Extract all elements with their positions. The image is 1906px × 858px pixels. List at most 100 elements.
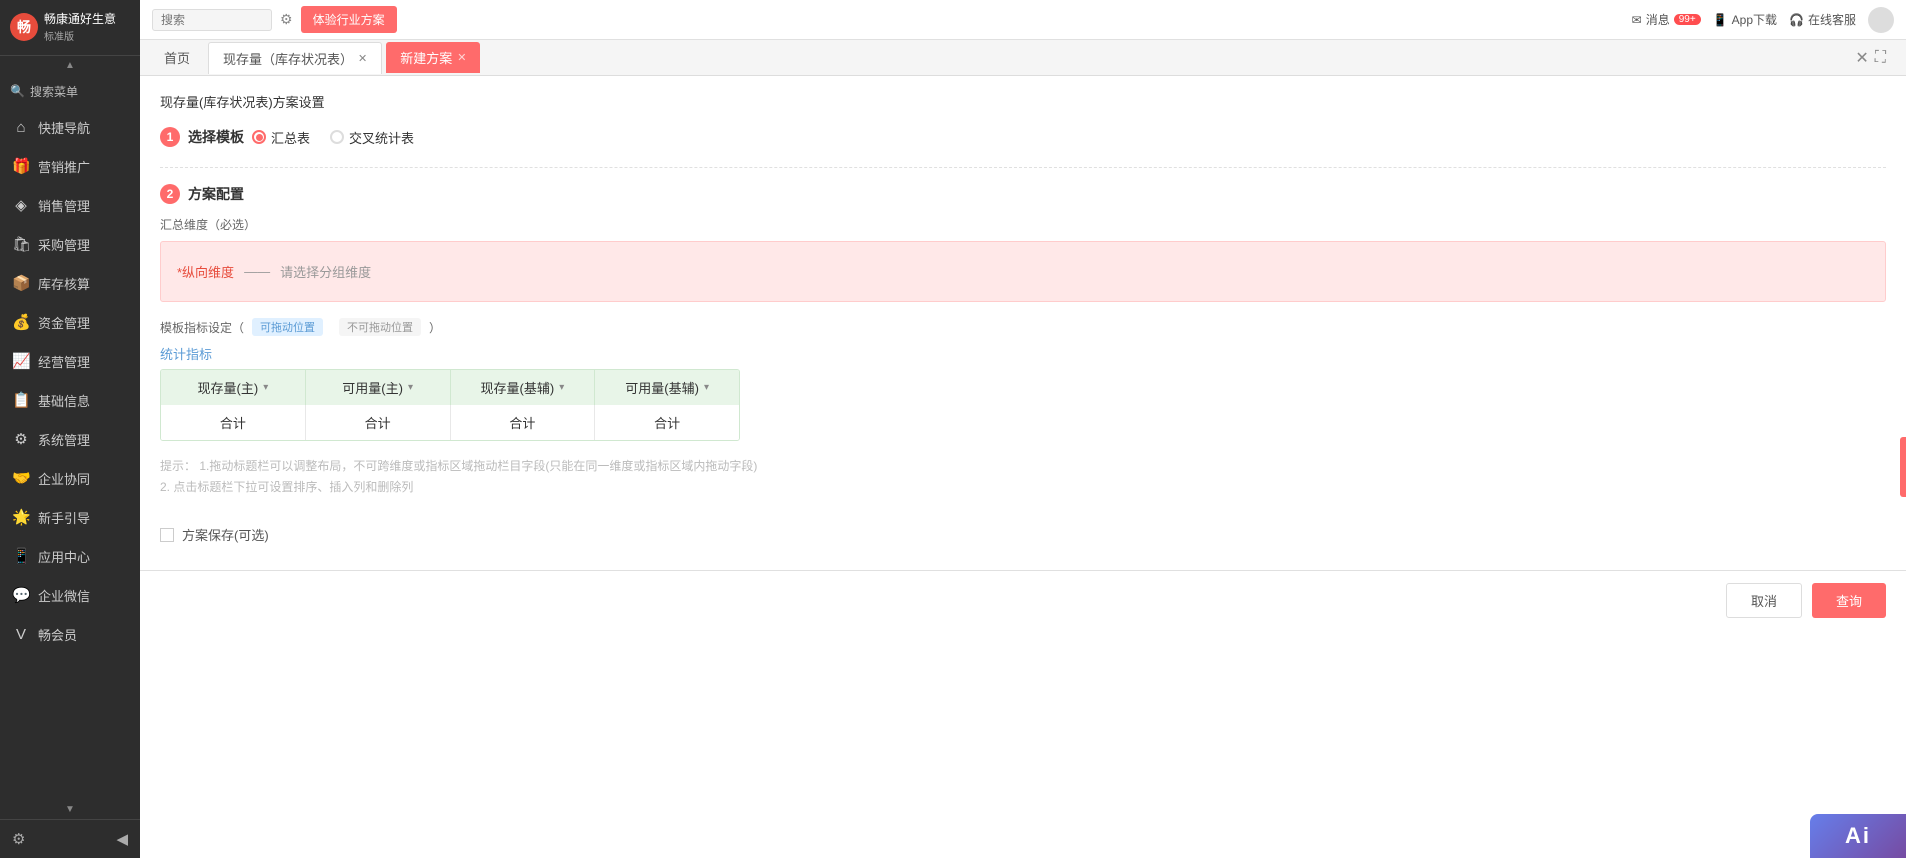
sidebar-item-label: 基础信息 <box>38 391 90 410</box>
tab-inventory-close-icon[interactable]: ✕ <box>358 52 367 65</box>
sidebar-item-finance[interactable]: 💰 资金管理 <box>0 303 140 342</box>
sidebar-item-label: 采购管理 <box>38 235 90 254</box>
topbar: ⚙ 体验行业方案 ✉ 消息 99+ 📱 App下载 🎧 在线客服 <box>140 0 1906 40</box>
member-icon: V <box>12 626 30 643</box>
app-download-item[interactable]: 📱 App下载 <box>1713 11 1777 28</box>
section2-num: 2 <box>160 184 180 204</box>
tab-home-label: 首页 <box>164 48 190 67</box>
sidebar-item-enterprise[interactable]: 🤝 企业协同 <box>0 459 140 498</box>
message-icon: ✉ <box>1632 13 1642 27</box>
sidebar-item-label: 应用中心 <box>38 547 90 566</box>
expand-window-icon[interactable]: ⛶ <box>1875 49 1886 67</box>
close-window-icon[interactable]: ✕ <box>1855 48 1868 68</box>
messages-label: 消息 <box>1646 11 1670 28</box>
wechat-icon: 💬 <box>12 586 30 604</box>
stats-col-2-label: 现存量(基辅) <box>481 378 555 397</box>
indicator-close-paren: ） <box>429 319 441 336</box>
window-controls: ✕ ⛶ <box>1845 48 1896 68</box>
industry-plan-button[interactable]: 体验行业方案 <box>301 6 397 33</box>
sidebar-item-operations[interactable]: 📈 经营管理 <box>0 342 140 381</box>
newbie-icon: 🌟 <box>12 508 30 526</box>
topbar-right: ✉ 消息 99+ 📱 App下载 🎧 在线客服 <box>1632 7 1894 33</box>
collapse-icon[interactable]: ◀ <box>116 830 128 848</box>
ai-badge[interactable]: Ai <box>1810 814 1906 858</box>
sidebar-search-label: 搜索菜单 <box>30 83 78 100</box>
sidebar-item-inventory[interactable]: 📦 库存核算 <box>0 264 140 303</box>
stats-table: 现存量(主) ▾ 可用量(主) ▾ 现存量(基辅) ▾ <box>160 369 740 441</box>
sidebar-item-sales[interactable]: ◈ 销售管理 <box>0 186 140 225</box>
stats-table-header: 现存量(主) ▾ 可用量(主) ▾ 现存量(基辅) ▾ <box>161 370 739 405</box>
stats-col-0-chevron: ▾ <box>263 382 268 393</box>
cancel-button[interactable]: 取消 <box>1726 583 1802 618</box>
tab-inventory-status[interactable]: 现存量（库存状况表） ✕ <box>208 42 382 74</box>
sidebar-item-member[interactable]: V 畅会员 <box>0 615 140 654</box>
sidebar-search[interactable]: 🔍 搜索菜单 <box>0 75 140 108</box>
sidebar-item-label: 企业协同 <box>38 469 90 488</box>
sidebar-scroll-up[interactable]: ▲ <box>0 56 140 75</box>
stats-cell-0-3: 合计 <box>595 405 739 440</box>
sidebar-scroll-down[interactable]: ▼ <box>0 800 140 819</box>
sidebar-item-basic[interactable]: 📋 基础信息 <box>0 381 140 420</box>
sidebar-item-shortcut[interactable]: ⌂ 快捷导航 <box>0 108 140 147</box>
indicator-label-row: 模板指标设定（ 可拖动位置 不可拖动位置 ） <box>160 318 1886 336</box>
section-choose-template: 1 选择模板 汇总表 交叉统计表 <box>160 127 1886 147</box>
stats-col-1[interactable]: 可用量(主) ▾ <box>306 370 451 405</box>
query-button[interactable]: 查询 <box>1812 583 1886 618</box>
app-download-label: App下载 <box>1732 11 1777 28</box>
stats-table-row-0: 合计 合计 合计 合计 <box>161 405 739 440</box>
radio-cross[interactable]: 交叉统计表 <box>330 128 414 147</box>
sidebar-item-newbie[interactable]: 🌟 新手引导 <box>0 498 140 537</box>
messages-item[interactable]: ✉ 消息 99+ <box>1632 11 1701 28</box>
stats-col-3-label: 可用量(基辅) <box>625 378 699 397</box>
dimension-box[interactable]: *纵向维度 —— 请选择分组维度 <box>160 241 1886 302</box>
logo-icon: 畅 <box>10 13 38 41</box>
indicator-settings: 模板指标设定（ 可拖动位置 不可拖动位置 ） 统计指标 现存量(主) <box>160 318 1886 441</box>
operations-icon: 📈 <box>12 352 30 370</box>
sidebar-item-label: 营销推广 <box>38 157 90 176</box>
sidebar-item-wechat[interactable]: 💬 企业微信 <box>0 576 140 615</box>
section1-header: 1 选择模板 汇总表 交叉统计表 <box>160 127 1886 147</box>
system-icon: ⚙ <box>12 430 30 448</box>
user-avatar[interactable] <box>1868 7 1894 33</box>
radio-cross-circle <box>330 130 344 144</box>
sidebar-item-appstore[interactable]: 📱 应用中心 <box>0 537 140 576</box>
sidebar-item-purchase[interactable]: 🛍 采购管理 <box>0 225 140 264</box>
section2-header: 2 方案配置 <box>160 184 1886 204</box>
main-area: ⚙ 体验行业方案 ✉ 消息 99+ 📱 App下载 🎧 在线客服 首页 <box>140 0 1906 858</box>
section1-title: 选择模板 <box>188 127 244 147</box>
dimension-placeholder: 请选择分组维度 <box>280 262 371 281</box>
stats-col-0-label: 现存量(主) <box>198 378 259 397</box>
sidebar-item-marketing[interactable]: 🎁 营销推广 <box>0 147 140 186</box>
tab-bar: 首页 现存量（库存状况表） ✕ 新建方案 ✕ ✕ ⛶ <box>140 40 1906 76</box>
radio-summary[interactable]: 汇总表 <box>252 128 310 147</box>
section1-num: 1 <box>160 127 180 147</box>
tip-1: 提示： 1.拖动标题栏可以调整布局，不可跨维度或指标区域拖动栏目字段(只能在同一… <box>160 457 1886 474</box>
tab-new-close-icon[interactable]: ✕ <box>457 51 466 64</box>
dimension-dash: —— <box>244 264 270 279</box>
indicator-label-text: 模板指标设定（ <box>160 319 244 336</box>
sidebar-item-label: 经营管理 <box>38 352 90 371</box>
stats-col-0[interactable]: 现存量(主) ▾ <box>161 370 306 405</box>
online-service-item[interactable]: 🎧 在线客服 <box>1789 11 1856 28</box>
sidebar-nav: ⌂ 快捷导航 🎁 营销推广 ◈ 销售管理 🛍 采购管理 📦 库存核算 💰 资金管… <box>0 108 140 800</box>
tab-home[interactable]: 首页 <box>150 42 204 73</box>
settings-icon[interactable]: ⚙ <box>12 830 25 848</box>
save-checkbox[interactable] <box>160 528 174 542</box>
stats-col-3[interactable]: 可用量(基辅) ▾ <box>595 370 739 405</box>
topbar-search-input[interactable] <box>152 9 272 31</box>
topbar-gear-icon[interactable]: ⚙ <box>280 11 293 28</box>
tab-new-scheme[interactable]: 新建方案 ✕ <box>386 42 480 73</box>
enterprise-icon: 🤝 <box>12 469 30 487</box>
radio-summary-circle <box>252 130 266 144</box>
radio-summary-label: 汇总表 <box>271 128 310 147</box>
sidebar-footer: ⚙ ◀ <box>0 819 140 858</box>
app-name: 畅康通好生意 <box>44 12 116 28</box>
sidebar-item-label: 企业微信 <box>38 586 90 605</box>
drag-position-badge: 可拖动位置 <box>252 318 323 336</box>
right-panel-indicator[interactable] <box>1900 437 1906 497</box>
sidebar-item-system[interactable]: ⚙ 系统管理 <box>0 420 140 459</box>
sales-icon: ◈ <box>12 196 30 214</box>
stats-col-2[interactable]: 现存量(基辅) ▾ <box>451 370 596 405</box>
tips-section: 提示： 1.拖动标题栏可以调整布局，不可跨维度或指标区域拖动栏目字段(只能在同一… <box>160 457 1886 495</box>
sidebar-item-label: 系统管理 <box>38 430 90 449</box>
